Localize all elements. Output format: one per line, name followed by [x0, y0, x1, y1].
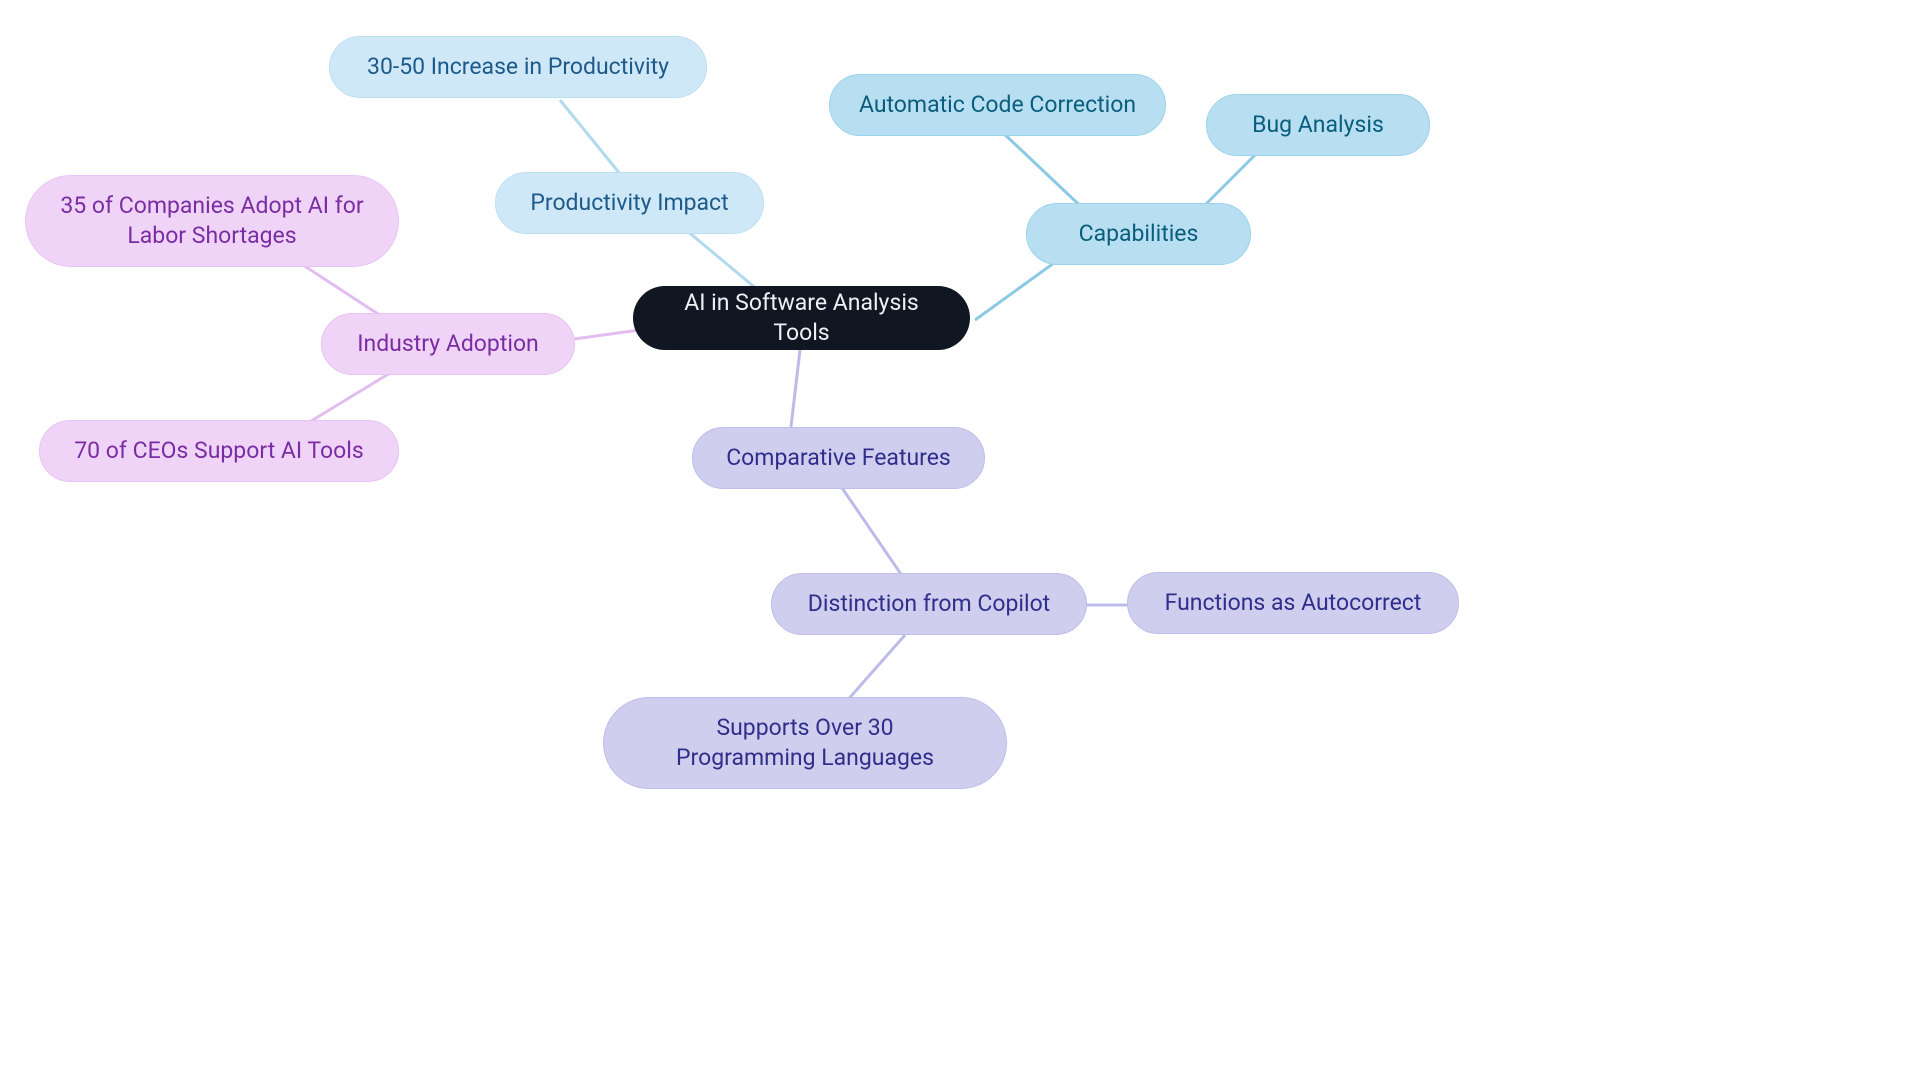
edge-root-comparative — [790, 350, 800, 435]
bug-analysis-node[interactable]: Bug Analysis — [1206, 94, 1430, 156]
capabilities-node[interactable]: Capabilities — [1026, 203, 1251, 265]
productivity-increase-node[interactable]: 30-50 Increase in Productivity — [329, 36, 707, 98]
edge-productivity-increase — [560, 100, 625, 180]
industry-adoption-node[interactable]: Industry Adoption — [321, 313, 575, 375]
supports-languages-node[interactable]: Supports Over 30 Programming Languages — [603, 697, 1007, 789]
root-node[interactable]: AI in Software Analysis Tools — [633, 286, 970, 350]
ceos-support-node[interactable]: 70 of CEOs Support AI Tools — [39, 420, 399, 482]
productivity-impact-node[interactable]: Productivity Impact — [495, 172, 764, 234]
edge-comparative-distinction — [840, 485, 905, 580]
functions-autocorrect-node[interactable]: Functions as Autocorrect — [1127, 572, 1459, 634]
comparative-features-node[interactable]: Comparative Features — [692, 427, 985, 489]
distinction-copilot-node[interactable]: Distinction from Copilot — [771, 573, 1087, 635]
labor-shortages-node[interactable]: 35 of Companies Adopt AI for Labor Short… — [25, 175, 399, 267]
edge-layer — [0, 0, 1920, 1083]
mindmap-canvas: AI in Software Analysis Tools Capabiliti… — [0, 0, 1920, 1083]
auto-code-correction-node[interactable]: Automatic Code Correction — [829, 74, 1166, 136]
